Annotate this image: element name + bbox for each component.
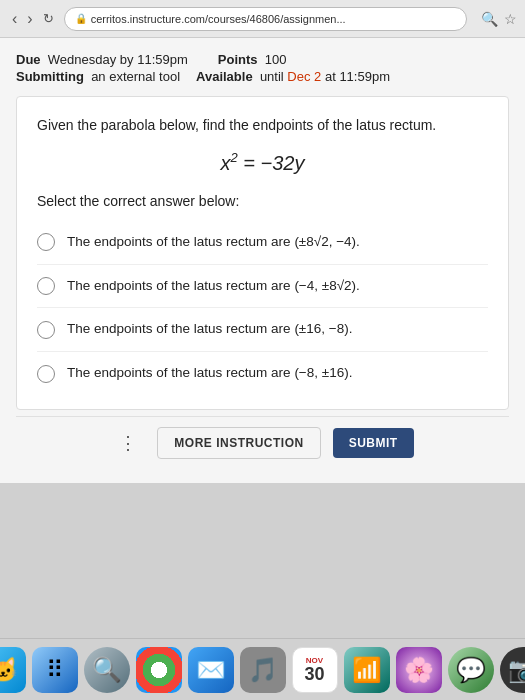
info-row-2: Submitting an external tool Available un… bbox=[16, 69, 509, 84]
url-text: cerritos.instructure.com/courses/46806/a… bbox=[91, 13, 346, 25]
select-label: Select the correct answer below: bbox=[37, 193, 488, 209]
forward-button[interactable]: › bbox=[23, 8, 36, 30]
due-label: Due bbox=[16, 52, 41, 67]
browser-action-icons[interactable]: 🔍 ☆ bbox=[481, 11, 517, 27]
dock-spotlight[interactable]: 🔍 bbox=[84, 647, 130, 693]
answer-option-3[interactable]: The endpoints of the latus rectum are (±… bbox=[37, 308, 488, 352]
answer-text-4: The endpoints of the latus rectum are (−… bbox=[67, 364, 352, 383]
dock-camera[interactable]: 📷 bbox=[500, 647, 526, 693]
browser-chrome: ‹ › ↻ 🔒 cerritos.instructure.com/courses… bbox=[0, 0, 525, 38]
available-label: Available bbox=[196, 69, 253, 84]
music-icon: 🎵 bbox=[248, 656, 278, 684]
dock-messages[interactable]: 💬 bbox=[448, 647, 494, 693]
answer-text-3: The endpoints of the latus rectum are (±… bbox=[67, 320, 352, 339]
info-row-1: Due Wednesday by 11:59pm Points 100 bbox=[16, 52, 509, 67]
radio-button-4[interactable] bbox=[37, 365, 55, 383]
dock-mail[interactable]: ✉️ bbox=[188, 647, 234, 693]
available-value: until Dec 2 at 11:59pm bbox=[260, 69, 390, 84]
dots-menu-icon[interactable]: ⋮ bbox=[111, 428, 145, 458]
dock-chrome[interactable] bbox=[136, 647, 182, 693]
bookmark-icon[interactable]: ☆ bbox=[504, 11, 517, 27]
answer-text-1: The endpoints of the latus rectum are (±… bbox=[67, 233, 360, 252]
action-bar: ⋮ MORE INSTRUCTION SUBMIT bbox=[16, 416, 509, 469]
points-info: Points 100 bbox=[218, 52, 287, 67]
macos-dock: 🐱 ⠿ 🔍 ✉️ 🎵 NOV 30 📶 🌸 💬 📷 bbox=[0, 638, 525, 700]
calendar-day: 30 bbox=[304, 665, 324, 683]
network-icon: 📶 bbox=[352, 656, 382, 684]
ssl-lock-icon: 🔒 bbox=[75, 13, 87, 24]
dock-music[interactable]: 🎵 bbox=[240, 647, 286, 693]
launchpad-icon: ⠿ bbox=[46, 656, 64, 684]
answer-option-2[interactable]: The endpoints of the latus rectum are (−… bbox=[37, 265, 488, 309]
flowers-icon: 🌸 bbox=[404, 656, 434, 684]
search-icon[interactable]: 🔍 bbox=[481, 11, 498, 27]
equation-display: x2 = −32y bbox=[37, 150, 488, 175]
answer-text-2: The endpoints of the latus rectum are (−… bbox=[67, 277, 360, 296]
back-button[interactable]: ‹ bbox=[8, 8, 21, 30]
question-box: Given the parabola below, find the endpo… bbox=[16, 96, 509, 410]
more-instruction-button[interactable]: MORE INSTRUCTION bbox=[157, 427, 320, 459]
submitting-info: Submitting an external tool bbox=[16, 69, 180, 84]
dock-calendar[interactable]: NOV 30 bbox=[292, 647, 338, 693]
dock-finder[interactable]: 🐱 bbox=[0, 647, 26, 693]
answer-option-1[interactable]: The endpoints of the latus rectum are (±… bbox=[37, 221, 488, 265]
dock-flowers[interactable]: 🌸 bbox=[396, 647, 442, 693]
dock-network[interactable]: 📶 bbox=[344, 647, 390, 693]
mail-icon: ✉️ bbox=[196, 656, 226, 684]
due-value: Wednesday by 11:59pm bbox=[48, 52, 188, 67]
highlight-date: Dec 2 bbox=[287, 69, 321, 84]
available-info: Available until Dec 2 at 11:59pm bbox=[196, 69, 390, 84]
finder-icon: 🐱 bbox=[0, 656, 18, 684]
camera-icon: 📷 bbox=[508, 656, 526, 684]
submitting-value: an external tool bbox=[91, 69, 180, 84]
spotlight-icon: 🔍 bbox=[92, 656, 122, 684]
reload-button[interactable]: ↻ bbox=[39, 9, 58, 28]
radio-button-2[interactable] bbox=[37, 277, 55, 295]
nav-buttons[interactable]: ‹ › ↻ bbox=[8, 8, 58, 30]
address-bar[interactable]: 🔒 cerritos.instructure.com/courses/46806… bbox=[64, 7, 467, 31]
submitting-label: Submitting bbox=[16, 69, 84, 84]
messages-icon: 💬 bbox=[456, 656, 486, 684]
question-prompt: Given the parabola below, find the endpo… bbox=[37, 115, 488, 136]
points-value: 100 bbox=[265, 52, 287, 67]
radio-button-3[interactable] bbox=[37, 321, 55, 339]
answer-option-4[interactable]: The endpoints of the latus rectum are (−… bbox=[37, 352, 488, 395]
dock-launchpad[interactable]: ⠿ bbox=[32, 647, 78, 693]
radio-button-1[interactable] bbox=[37, 233, 55, 251]
points-label: Points bbox=[218, 52, 258, 67]
submit-button[interactable]: SUBMIT bbox=[333, 428, 414, 458]
due-info: Due Wednesday by 11:59pm bbox=[16, 52, 188, 67]
assignment-info: Due Wednesday by 11:59pm Points 100 Subm… bbox=[0, 38, 525, 483]
